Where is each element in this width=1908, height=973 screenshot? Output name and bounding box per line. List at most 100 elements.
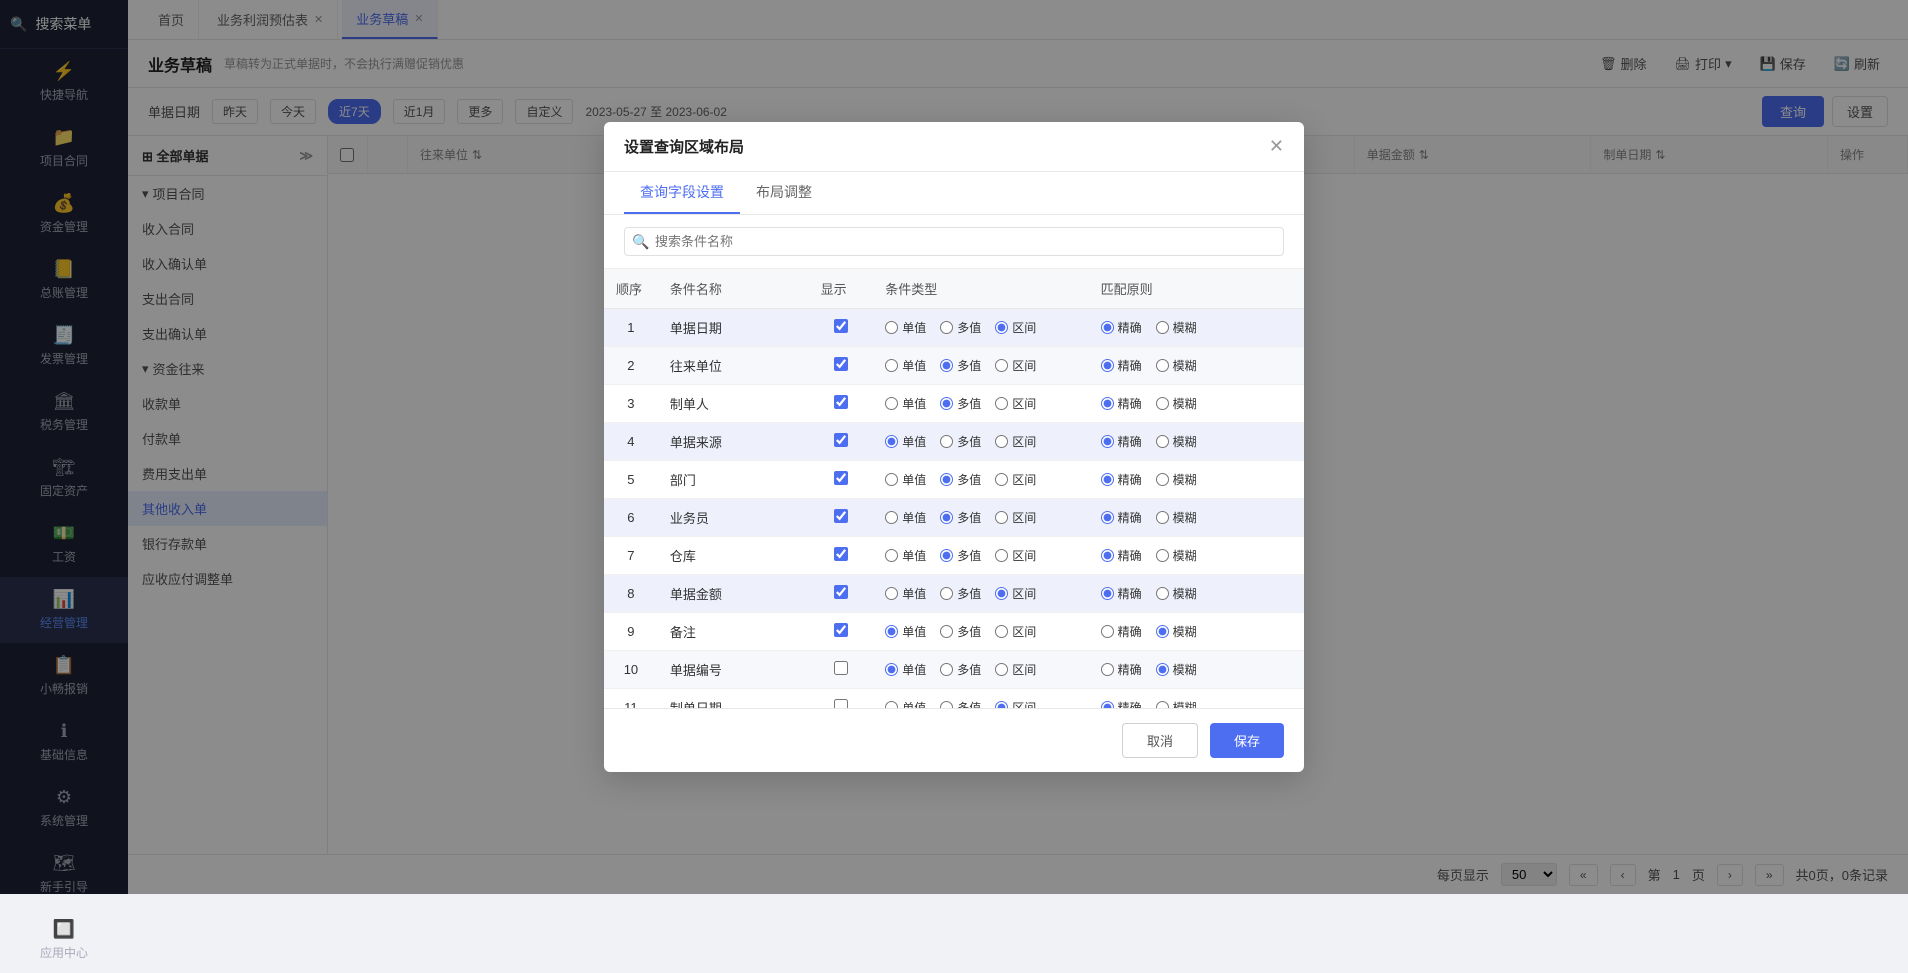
type-radio-单值-8[interactable] — [885, 587, 898, 600]
match-radio-模糊-4[interactable] — [1156, 435, 1169, 448]
type-option-单值-3[interactable]: 单值 — [885, 395, 926, 412]
type-option-单值-9[interactable]: 单值 — [885, 623, 926, 640]
match-radio-模糊-8[interactable] — [1156, 587, 1169, 600]
type-radio-多值-10[interactable] — [940, 663, 953, 676]
type-option-多值-7[interactable]: 多值 — [940, 547, 981, 564]
type-radio-区间-5[interactable] — [995, 473, 1008, 486]
match-radio-模糊-6[interactable] — [1156, 511, 1169, 524]
type-radio-区间-3[interactable] — [995, 397, 1008, 410]
type-option-多值-10[interactable]: 多值 — [940, 661, 981, 678]
match-radio-精确-5[interactable] — [1101, 473, 1114, 486]
show-checkbox-9[interactable] — [834, 623, 848, 637]
match-option-精确-7[interactable]: 精确 — [1101, 547, 1142, 564]
match-option-模糊-2[interactable]: 模糊 — [1156, 357, 1197, 374]
type-radio-多值-9[interactable] — [940, 625, 953, 638]
type-radio-多值-11[interactable] — [940, 701, 953, 708]
show-checkbox-11[interactable] — [834, 699, 848, 708]
type-option-区间-1[interactable]: 区间 — [995, 319, 1036, 336]
type-option-单值-1[interactable]: 单值 — [885, 319, 926, 336]
show-checkbox-1[interactable] — [834, 319, 848, 333]
show-checkbox-3[interactable] — [834, 395, 848, 409]
match-option-模糊-6[interactable]: 模糊 — [1156, 509, 1197, 526]
type-radio-单值-9[interactable] — [885, 625, 898, 638]
match-option-精确-9[interactable]: 精确 — [1101, 623, 1142, 640]
match-radio-模糊-11[interactable] — [1156, 701, 1169, 708]
type-option-多值-2[interactable]: 多值 — [940, 357, 981, 374]
type-option-单值-4[interactable]: 单值 — [885, 433, 926, 450]
modal-search-input[interactable] — [624, 227, 1284, 256]
type-option-多值-3[interactable]: 多值 — [940, 395, 981, 412]
type-radio-单值-4[interactable] — [885, 435, 898, 448]
match-option-模糊-5[interactable]: 模糊 — [1156, 471, 1197, 488]
match-option-精确-11[interactable]: 精确 — [1101, 699, 1142, 708]
type-radio-区间-1[interactable] — [995, 321, 1008, 334]
match-option-精确-10[interactable]: 精确 — [1101, 661, 1142, 678]
type-option-多值-8[interactable]: 多值 — [940, 585, 981, 602]
type-radio-区间-2[interactable] — [995, 359, 1008, 372]
type-radio-单值-6[interactable] — [885, 511, 898, 524]
type-option-多值-1[interactable]: 多值 — [940, 319, 981, 336]
show-checkbox-7[interactable] — [834, 547, 848, 561]
show-checkbox-8[interactable] — [834, 585, 848, 599]
match-radio-模糊-3[interactable] — [1156, 397, 1169, 410]
type-radio-多值-8[interactable] — [940, 587, 953, 600]
match-radio-精确-1[interactable] — [1101, 321, 1114, 334]
type-option-单值-10[interactable]: 单值 — [885, 661, 926, 678]
match-radio-模糊-9[interactable] — [1156, 625, 1169, 638]
type-option-多值-9[interactable]: 多值 — [940, 623, 981, 640]
type-option-区间-5[interactable]: 区间 — [995, 471, 1036, 488]
type-option-多值-5[interactable]: 多值 — [940, 471, 981, 488]
match-radio-模糊-10[interactable] — [1156, 663, 1169, 676]
type-radio-单值-11[interactable] — [885, 701, 898, 708]
match-option-模糊-1[interactable]: 模糊 — [1156, 319, 1197, 336]
match-radio-精确-2[interactable] — [1101, 359, 1114, 372]
type-option-区间-11[interactable]: 区间 — [995, 699, 1036, 708]
match-radio-精确-10[interactable] — [1101, 663, 1114, 676]
match-option-精确-3[interactable]: 精确 — [1101, 395, 1142, 412]
match-radio-精确-6[interactable] — [1101, 511, 1114, 524]
type-radio-区间-6[interactable] — [995, 511, 1008, 524]
type-option-多值-11[interactable]: 多值 — [940, 699, 981, 708]
match-option-模糊-9[interactable]: 模糊 — [1156, 623, 1197, 640]
type-option-单值-6[interactable]: 单值 — [885, 509, 926, 526]
show-checkbox-5[interactable] — [834, 471, 848, 485]
sidebar-item-apps[interactable]: 🔲应用中心 — [0, 907, 128, 973]
match-radio-模糊-7[interactable] — [1156, 549, 1169, 562]
type-option-多值-4[interactable]: 多值 — [940, 433, 981, 450]
show-checkbox-2[interactable] — [834, 357, 848, 371]
match-radio-模糊-1[interactable] — [1156, 321, 1169, 334]
type-radio-单值-7[interactable] — [885, 549, 898, 562]
match-option-模糊-8[interactable]: 模糊 — [1156, 585, 1197, 602]
type-option-区间-4[interactable]: 区间 — [995, 433, 1036, 450]
type-radio-区间-7[interactable] — [995, 549, 1008, 562]
match-option-模糊-4[interactable]: 模糊 — [1156, 433, 1197, 450]
cancel-button[interactable]: 取消 — [1122, 723, 1198, 758]
type-radio-区间-8[interactable] — [995, 587, 1008, 600]
type-option-区间-10[interactable]: 区间 — [995, 661, 1036, 678]
type-radio-区间-9[interactable] — [995, 625, 1008, 638]
type-option-区间-8[interactable]: 区间 — [995, 585, 1036, 602]
type-option-多值-6[interactable]: 多值 — [940, 509, 981, 526]
match-radio-精确-7[interactable] — [1101, 549, 1114, 562]
type-radio-区间-11[interactable] — [995, 701, 1008, 708]
match-option-精确-6[interactable]: 精确 — [1101, 509, 1142, 526]
type-option-区间-6[interactable]: 区间 — [995, 509, 1036, 526]
match-option-精确-2[interactable]: 精确 — [1101, 357, 1142, 374]
type-option-单值-11[interactable]: 单值 — [885, 699, 926, 708]
type-radio-多值-4[interactable] — [940, 435, 953, 448]
type-radio-单值-1[interactable] — [885, 321, 898, 334]
type-radio-多值-2[interactable] — [940, 359, 953, 372]
type-radio-多值-6[interactable] — [940, 511, 953, 524]
match-option-精确-5[interactable]: 精确 — [1101, 471, 1142, 488]
type-radio-多值-3[interactable] — [940, 397, 953, 410]
type-option-区间-9[interactable]: 区间 — [995, 623, 1036, 640]
match-option-精确-8[interactable]: 精确 — [1101, 585, 1142, 602]
match-option-模糊-10[interactable]: 模糊 — [1156, 661, 1197, 678]
type-option-单值-8[interactable]: 单值 — [885, 585, 926, 602]
show-checkbox-4[interactable] — [834, 433, 848, 447]
match-option-模糊-11[interactable]: 模糊 — [1156, 699, 1197, 708]
type-radio-区间-10[interactable] — [995, 663, 1008, 676]
modal-close-button[interactable]: ✕ — [1269, 136, 1284, 157]
match-radio-模糊-2[interactable] — [1156, 359, 1169, 372]
match-radio-精确-8[interactable] — [1101, 587, 1114, 600]
